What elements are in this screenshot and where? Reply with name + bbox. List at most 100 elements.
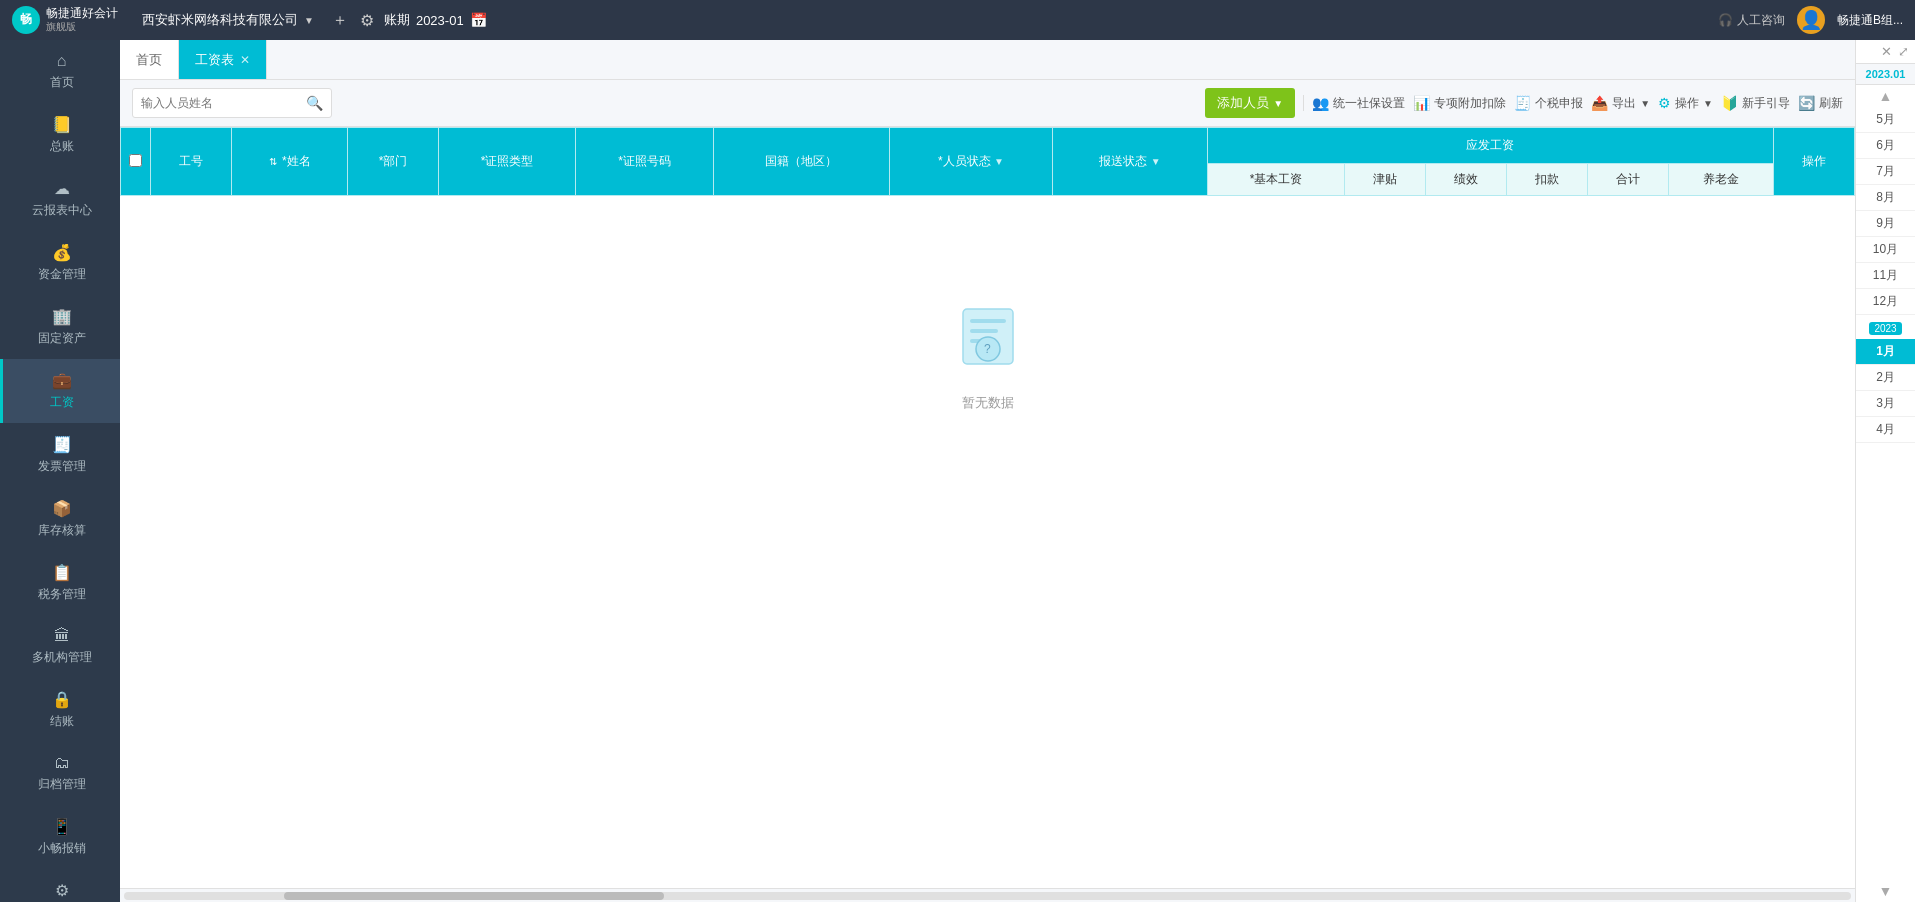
service-btn[interactable]: 🎧 人工咨询 bbox=[1718, 12, 1785, 29]
sidebar-item-close[interactable]: 🔒 结账 bbox=[0, 678, 120, 742]
sidebar-item-archive[interactable]: 🗂 归档管理 bbox=[0, 742, 120, 805]
refresh-label: 刷新 bbox=[1819, 95, 1843, 112]
sidebar-item-multi-org[interactable]: 🏛 多机构管理 bbox=[0, 615, 120, 678]
month-item-10[interactable]: 10月 bbox=[1856, 237, 1915, 263]
refresh-btn[interactable]: 🔄 刷新 bbox=[1798, 95, 1843, 112]
month-item-3[interactable]: 3月 bbox=[1856, 391, 1915, 417]
col-operations: 操作 bbox=[1773, 128, 1854, 196]
month-item-7[interactable]: 7月 bbox=[1856, 159, 1915, 185]
month-item-6[interactable]: 6月 bbox=[1856, 133, 1915, 159]
content-area: 首页 工资表 ✕ 🔍 添加人员 ▼ 👥 统一社保设置 bbox=[120, 40, 1855, 902]
add-company-btn[interactable]: ＋ bbox=[332, 10, 348, 31]
col-employee-id: 工号 bbox=[151, 128, 232, 196]
month-item-4[interactable]: 4月 bbox=[1856, 417, 1915, 443]
settings-btn[interactable]: ⚙ bbox=[360, 11, 374, 30]
special-deduct-btn[interactable]: 📊 专项附加扣除 bbox=[1413, 95, 1506, 112]
svg-rect-2 bbox=[970, 329, 998, 333]
sidebar-item-ledger[interactable]: 📒 总账 bbox=[0, 103, 120, 167]
personal-tax-label: 个税申报 bbox=[1535, 95, 1583, 112]
calendar-icon[interactable]: 📅 bbox=[470, 12, 487, 28]
month-item-8[interactable]: 8月 bbox=[1856, 185, 1915, 211]
year-badge-wrap: 2023 bbox=[1856, 315, 1915, 339]
panel-controls: ✕ ⤢ bbox=[1856, 40, 1915, 64]
sidebar-item-salary[interactable]: 💼 工资 bbox=[0, 359, 120, 423]
refresh-icon: 🔄 bbox=[1798, 95, 1815, 111]
month-item-1-current[interactable]: 1月 bbox=[1856, 339, 1915, 365]
period-area: 账期 2023-01 📅 bbox=[384, 11, 487, 29]
month-item-12[interactable]: 12月 bbox=[1856, 289, 1915, 315]
sidebar-item-invoice[interactable]: 🧾 发票管理 bbox=[0, 423, 120, 487]
tab-close-btn[interactable]: ✕ bbox=[240, 53, 250, 67]
operations-btn[interactable]: ⚙ 操作 ▼ bbox=[1658, 95, 1713, 112]
col-payroll-group: 应发工资 bbox=[1207, 128, 1773, 164]
tab-home[interactable]: 首页 bbox=[120, 40, 179, 79]
sidebar-item-fixed-assets[interactable]: 🏢 固定资产 bbox=[0, 295, 120, 359]
cloud-icon: ☁ bbox=[54, 179, 70, 198]
month-nav-down[interactable]: ▼ bbox=[1856, 880, 1915, 902]
col-performance-label: 绩效 bbox=[1454, 172, 1478, 186]
tab-home-label: 首页 bbox=[136, 51, 162, 69]
sidebar-item-cloud-report[interactable]: ☁ 云报表中心 bbox=[0, 167, 120, 231]
select-all-checkbox[interactable] bbox=[129, 154, 142, 167]
col-name-sort-icon[interactable]: ⇅ bbox=[269, 156, 277, 167]
export-btn[interactable]: 📤 导出 ▼ bbox=[1591, 95, 1650, 112]
col-allowance: 津贴 bbox=[1345, 164, 1426, 196]
sidebar-item-inventory[interactable]: 📦 库存核算 bbox=[0, 487, 120, 551]
user-name: 畅捷通B组... bbox=[1837, 12, 1903, 29]
logo-icon: 畅 bbox=[12, 6, 40, 34]
company-selector[interactable]: 西安虾米网络科技有限公司 ▼ bbox=[142, 11, 314, 29]
svg-rect-1 bbox=[970, 319, 1006, 323]
tab-salary-table[interactable]: 工资表 ✕ bbox=[179, 40, 267, 79]
guide-btn[interactable]: 🔰 新手引导 bbox=[1721, 95, 1790, 112]
col-employee-id-label: 工号 bbox=[179, 154, 203, 168]
month-item-11[interactable]: 11月 bbox=[1856, 263, 1915, 289]
sidebar-item-settings[interactable]: ⚙ 基础设置 bbox=[0, 869, 120, 902]
sidebar-label-fixed: 固定资产 bbox=[38, 330, 86, 347]
fund-icon: 💰 bbox=[52, 243, 72, 262]
sidebar-item-home[interactable]: ⌂ 首页 bbox=[0, 40, 120, 103]
col-id-number-label: *证照号码 bbox=[618, 154, 671, 168]
salary-table: 工号 ⇅ *姓名 *部门 *证照类型 *证照号码 bbox=[120, 127, 1855, 516]
report-filter-icon[interactable]: ▼ bbox=[1151, 156, 1161, 167]
col-id-type-label: *证照类型 bbox=[481, 154, 534, 168]
special-deduct-icon: 📊 bbox=[1413, 95, 1430, 111]
month-item-5[interactable]: 5月 bbox=[1856, 107, 1915, 133]
search-icon[interactable]: 🔍 bbox=[306, 95, 323, 111]
expand-panel-btn[interactable]: ⤢ bbox=[1898, 44, 1909, 59]
col-pension: 养老金 bbox=[1669, 164, 1774, 196]
social-security-btn[interactable]: 👥 统一社保设置 bbox=[1312, 95, 1405, 112]
social-security-icon: 👥 bbox=[1312, 95, 1329, 111]
scroll-thumb[interactable] bbox=[284, 892, 664, 900]
status-filter-icon[interactable]: ▼ bbox=[994, 156, 1004, 167]
add-person-btn[interactable]: 添加人员 ▼ bbox=[1205, 88, 1295, 118]
period-value: 2023-01 bbox=[416, 13, 464, 28]
sidebar-item-tax[interactable]: 📋 税务管理 bbox=[0, 551, 120, 615]
top-header: 畅 畅捷通好会计 旗舰版 西安虾米网络科技有限公司 ▼ ＋ ⚙ 账期 2023-… bbox=[0, 0, 1915, 40]
col-checkbox[interactable] bbox=[121, 128, 151, 196]
right-month-panel: ✕ ⤢ 2023.01 ▲ 5月 6月 7月 8月 9月 10月 11月 12月… bbox=[1855, 40, 1915, 902]
search-input[interactable] bbox=[141, 96, 306, 110]
logo-text: 畅捷通好会计 bbox=[46, 6, 118, 20]
bottom-scrollbar[interactable] bbox=[120, 888, 1855, 902]
table-wrap: 工号 ⇅ *姓名 *部门 *证照类型 *证照号码 bbox=[120, 127, 1855, 888]
month-item-9[interactable]: 9月 bbox=[1856, 211, 1915, 237]
col-operations-label: 操作 bbox=[1802, 154, 1826, 168]
col-total: 合计 bbox=[1588, 164, 1669, 196]
col-status-label: *人员状态 bbox=[938, 154, 991, 168]
basic-settings-icon: ⚙ bbox=[55, 881, 69, 900]
sidebar-item-fund[interactable]: 💰 资金管理 bbox=[0, 231, 120, 295]
col-performance: 绩效 bbox=[1426, 164, 1507, 196]
month-nav-up[interactable]: ▲ bbox=[1856, 85, 1915, 107]
user-area: 🎧 人工咨询 👤 畅捷通B组... bbox=[1718, 6, 1903, 34]
guide-action-label: 新手引导 bbox=[1742, 95, 1790, 112]
tax-icon: 📋 bbox=[52, 563, 72, 582]
sidebar-item-expense[interactable]: 📱 小畅报销 bbox=[0, 805, 120, 869]
add-btn-arrow-icon: ▼ bbox=[1273, 98, 1283, 109]
col-payroll-label: 应发工资 bbox=[1466, 138, 1514, 152]
personal-tax-btn[interactable]: 🧾 个税申报 bbox=[1514, 95, 1583, 112]
svg-text:?: ? bbox=[984, 342, 991, 356]
col-pension-label: 养老金 bbox=[1703, 172, 1739, 186]
close-panel-btn[interactable]: ✕ bbox=[1881, 44, 1892, 59]
month-item-2[interactable]: 2月 bbox=[1856, 365, 1915, 391]
sidebar-label-salary: 工资 bbox=[50, 394, 74, 411]
